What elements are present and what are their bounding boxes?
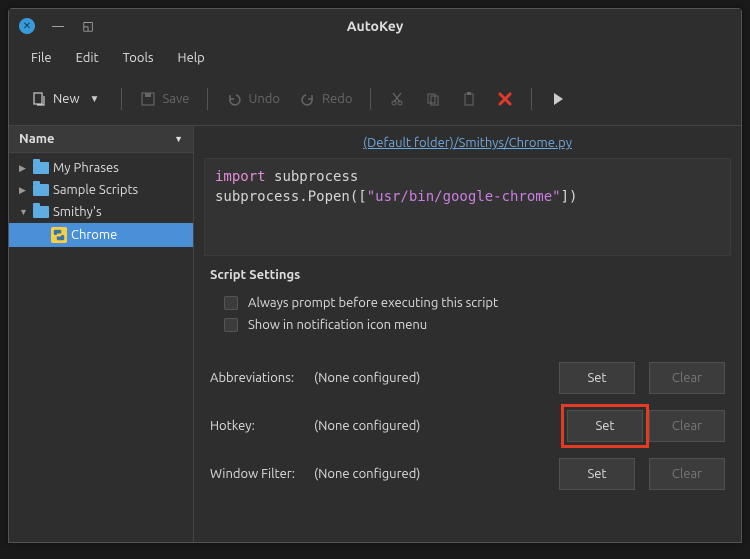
new-file-icon <box>31 91 47 107</box>
undo-icon <box>226 91 242 107</box>
folder-icon <box>33 162 49 174</box>
folder-icon <box>33 206 49 218</box>
always-prompt-row[interactable]: Always prompt before executing this scri… <box>210 292 725 314</box>
titlebar: ✕ — ◱ AutoKey <box>9 9 741 43</box>
abbreviation-row: Abbreviations: (None configured) Set Cle… <box>200 354 725 402</box>
delete-button[interactable] <box>487 85 523 113</box>
code-keyword: import <box>215 169 266 185</box>
sidebar: Name ▼ ▶ My Phrases ▶ Sample Scripts ▼ S <box>9 126 194 542</box>
copy-icon <box>425 91 441 107</box>
breadcrumb: (Default folder)/Smithys/Chrome.py <box>194 126 741 158</box>
tree-item-smithys[interactable]: ▼ Smithy's <box>9 201 193 223</box>
window-filter-row: Window Filter: (None configured) Set Cle… <box>200 450 725 498</box>
tree-label: Sample Scripts <box>53 183 138 197</box>
hotkey-value: (None configured) <box>314 419 561 433</box>
expand-icon: ▶ <box>19 185 29 196</box>
new-label: New <box>53 92 80 106</box>
play-icon <box>550 91 566 107</box>
script-settings: Script Settings Always prompt before exe… <box>194 256 741 336</box>
code-text: subprocess.Popen([ <box>215 189 367 205</box>
code-text: ]) <box>561 189 578 205</box>
tree-label: My Phrases <box>53 161 119 175</box>
redo-icon <box>300 91 316 107</box>
delete-icon <box>497 91 513 107</box>
breadcrumb-link[interactable]: (Default folder)/Smithys/Chrome.py <box>363 136 572 150</box>
menu-help[interactable]: Help <box>168 49 215 67</box>
window-filter-set-button[interactable]: Set <box>559 458 635 490</box>
window-filter-value: (None configured) <box>314 467 553 481</box>
menu-tools[interactable]: Tools <box>113 49 164 67</box>
undo-button: Undo <box>216 85 290 113</box>
hotkey-set-button[interactable]: Set <box>567 410 643 442</box>
folder-icon <box>33 184 49 196</box>
window-filter-clear-button: Clear <box>649 458 725 490</box>
code-string: "usr/bin/google-chrome" <box>367 189 561 205</box>
trigger-settings: Abbreviations: (None configured) Set Cle… <box>194 336 741 498</box>
hotkey-clear-button: Clear <box>649 410 725 442</box>
new-button[interactable]: New ▼ <box>21 85 113 113</box>
tree-label: Chrome <box>71 228 117 242</box>
show-in-tray-checkbox[interactable] <box>224 318 238 332</box>
tree-header-label: Name <box>19 132 54 146</box>
window-maximize-button[interactable]: ◱ <box>81 19 95 33</box>
code-text: subprocess <box>274 169 358 185</box>
abbreviation-label: Abbreviations: <box>200 371 308 385</box>
show-in-tray-row[interactable]: Show in notification icon menu <box>210 314 725 336</box>
always-prompt-checkbox[interactable] <box>224 296 238 310</box>
tree-label: Smithy's <box>53 205 102 219</box>
tree-header[interactable]: Name ▼ <box>9 126 193 153</box>
paste-icon <box>461 91 477 107</box>
run-button[interactable] <box>540 85 576 113</box>
abbreviation-value: (None configured) <box>314 371 553 385</box>
app-window: ✕ — ◱ AutoKey File Edit Tools Help New ▼… <box>8 8 742 543</box>
python-file-icon <box>51 227 67 243</box>
collapse-icon: ▼ <box>19 207 29 217</box>
cut-icon <box>389 91 405 107</box>
redo-label: Redo <box>322 92 352 106</box>
script-editor[interactable]: import subprocess subprocess.Popen(["usr/… <box>204 158 731 256</box>
abbreviation-set-button[interactable]: Set <box>559 362 635 394</box>
menubar: File Edit Tools Help <box>9 43 741 79</box>
toolbar: New ▼ Save Undo Redo <box>9 79 741 125</box>
expand-icon: ▶ <box>19 163 29 174</box>
chevron-down-icon: ▼ <box>174 134 183 144</box>
hotkey-row: Hotkey: (None configured) Set Clear <box>200 402 725 450</box>
settings-title: Script Settings <box>210 268 725 282</box>
paste-button <box>451 85 487 113</box>
main-panel: (Default folder)/Smithys/Chrome.py impor… <box>194 126 741 542</box>
menu-edit[interactable]: Edit <box>66 49 109 67</box>
save-icon <box>140 91 156 107</box>
copy-button <box>415 85 451 113</box>
menu-file[interactable]: File <box>21 49 62 67</box>
undo-label: Undo <box>248 92 280 106</box>
hotkey-label: Hotkey: <box>200 419 308 433</box>
window-minimize-button[interactable]: — <box>51 20 65 33</box>
save-button: Save <box>130 85 199 113</box>
tree-item-sample-scripts[interactable]: ▶ Sample Scripts <box>9 179 193 201</box>
abbreviation-clear-button: Clear <box>649 362 725 394</box>
save-label: Save <box>162 92 189 106</box>
cut-button <box>379 85 415 113</box>
folder-tree: ▶ My Phrases ▶ Sample Scripts ▼ Smithy's <box>9 153 193 542</box>
chevron-down-icon: ▼ <box>86 93 104 105</box>
redo-button: Redo <box>290 85 362 113</box>
window-filter-label: Window Filter: <box>200 467 308 481</box>
always-prompt-label: Always prompt before executing this scri… <box>248 296 498 310</box>
tree-item-my-phrases[interactable]: ▶ My Phrases <box>9 157 193 179</box>
window-close-button[interactable]: ✕ <box>19 18 35 34</box>
show-in-tray-label: Show in notification icon menu <box>248 318 427 332</box>
window-title: AutoKey <box>9 18 741 34</box>
tree-item-chrome[interactable]: Chrome <box>9 223 193 247</box>
